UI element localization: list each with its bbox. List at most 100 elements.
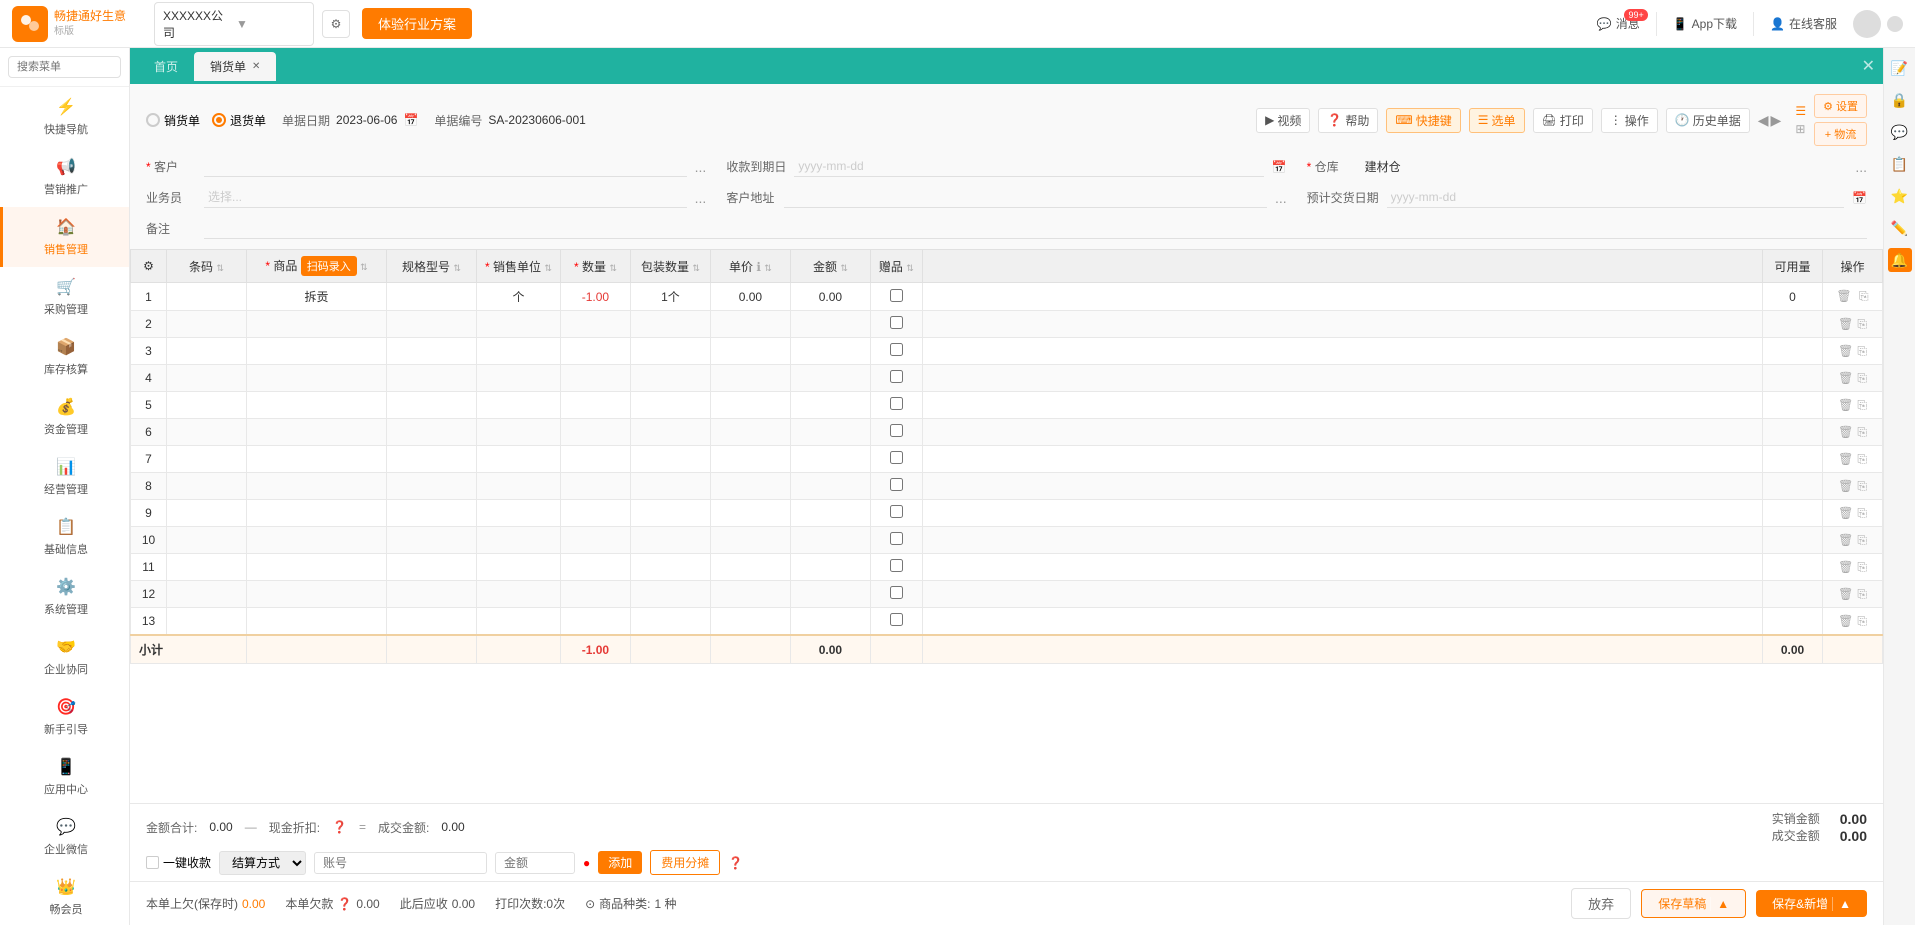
delete-icon[interactable]: 🗑 (1838, 560, 1853, 574)
price-info-icon[interactable]: ℹ (756, 260, 761, 274)
customer-address-input[interactable] (784, 187, 1267, 208)
gift-checkbox[interactable] (890, 289, 903, 302)
sidebar-item-sales[interactable]: 🏠 销售管理 (0, 207, 129, 267)
delete-icon[interactable]: 🗑 (1838, 371, 1853, 385)
user-avatar[interactable] (1853, 10, 1881, 38)
sidebar-item-finance[interactable]: 💰 资金管理 (0, 387, 129, 447)
gift-checkbox[interactable] (890, 613, 903, 626)
save-draft-button[interactable]: 保存草稿 ▲ (1641, 889, 1746, 918)
copy-icon[interactable]: ⎘ (1857, 398, 1867, 412)
nav-next-icon[interactable]: ▶ (1771, 112, 1782, 129)
row-gift[interactable] (870, 283, 922, 311)
trial-button[interactable]: 体验行业方案 (362, 8, 472, 39)
tab-close-icon[interactable]: ✕ (252, 61, 260, 72)
copy-icon[interactable]: ⎘ (1857, 506, 1867, 520)
delete-icon[interactable]: 🗑 (1838, 344, 1853, 358)
col-settings[interactable]: ⚙ (131, 250, 167, 283)
print-button[interactable]: 🖨 打印 (1533, 108, 1593, 133)
product-sort[interactable]: ⇅ (360, 262, 368, 272)
copy-icon[interactable]: ⎘ (1859, 289, 1869, 303)
copy-icon[interactable]: ⎘ (1857, 425, 1867, 439)
table-scroll-area[interactable]: ⚙ 条码 ⇅ * 商品 扫码录入 ⇅ (130, 249, 1883, 803)
row-spec[interactable] (387, 283, 477, 311)
row-pkgqty[interactable]: 1个 (630, 283, 710, 311)
rp-clipboard-button[interactable]: 📋 (1888, 152, 1912, 176)
gift-checkbox[interactable] (890, 397, 903, 410)
expense-help-icon[interactable]: ❓ (728, 856, 743, 870)
amount-sort[interactable]: ⇅ (840, 263, 848, 273)
delete-icon[interactable]: 🗑 (1838, 425, 1853, 439)
doc-owed-info-icon[interactable]: ❓ (337, 897, 352, 911)
tab-home[interactable]: 首页 (138, 52, 194, 81)
copy-icon[interactable]: ⎘ (1857, 587, 1867, 601)
account-input[interactable] (314, 852, 487, 874)
sidebar-item-wechat[interactable]: 💬 企业微信 (0, 807, 129, 867)
delete-icon[interactable]: 🗑 (1838, 317, 1853, 331)
col-qty[interactable]: * 数量 ⇅ (560, 250, 630, 283)
nav-prev-icon[interactable]: ◀ (1758, 112, 1769, 129)
rp-alert-button[interactable]: 🔔 (1888, 248, 1912, 272)
notes-input[interactable] (204, 218, 1867, 239)
add-button[interactable]: 添加 (598, 851, 642, 874)
delete-icon[interactable]: 🗑 (1838, 506, 1853, 520)
sidebar-item-app-center[interactable]: 📱 应用中心 (0, 747, 129, 807)
col-avail[interactable]: 可用量 (1763, 250, 1823, 283)
row-product[interactable]: 拆贡 (247, 283, 387, 311)
payment-date-input[interactable] (794, 156, 1263, 177)
spec-sort[interactable]: ⇅ (453, 263, 461, 273)
customer-input[interactable] (204, 156, 687, 177)
amount-input[interactable] (495, 852, 575, 874)
gift-checkbox[interactable] (890, 532, 903, 545)
col-barcode[interactable]: 条码 ⇅ (167, 250, 247, 283)
rp-star-button[interactable]: ⭐ (1888, 184, 1912, 208)
col-spec[interactable]: 规格型号 ⇅ (387, 250, 477, 283)
tab-sales-order[interactable]: 销货单 ✕ (194, 52, 276, 81)
col-pkgqty[interactable]: 包装数量 ⇅ (630, 250, 710, 283)
row-amount[interactable]: 0.00 (790, 283, 870, 311)
expected-date-picker-icon[interactable]: 📅 (1852, 191, 1867, 205)
sidebar-item-operations[interactable]: 📊 经营管理 (0, 447, 129, 507)
list-view-icon[interactable]: ☰ (1795, 104, 1806, 118)
delete-icon[interactable]: 🗑 (1838, 533, 1853, 547)
payment-method-select[interactable]: 结算方式 (219, 851, 306, 875)
sidebar-item-basic-info[interactable]: 📋 基础信息 (0, 507, 129, 567)
company-selector[interactable]: XXXXXX公司 ▼ (154, 2, 314, 46)
delete-icon[interactable]: 🗑 (1838, 398, 1853, 412)
sidebar-item-purchase[interactable]: 🛒 采购管理 (0, 267, 129, 327)
operations-button[interactable]: ⋮ 操作 (1601, 108, 1658, 133)
qty-sort[interactable]: ⇅ (609, 263, 617, 273)
delete-icon[interactable]: 🗑 (1838, 614, 1853, 628)
rp-edit-button[interactable]: ✏️ (1888, 216, 1912, 240)
sidebar-item-marketing[interactable]: 📢 营销推广 (0, 147, 129, 207)
gift-checkbox[interactable] (890, 559, 903, 572)
copy-icon[interactable]: ⎘ (1857, 614, 1867, 628)
history-button[interactable]: 🕐 历史单据 (1666, 108, 1750, 133)
rp-notes-button[interactable]: 📝 (1888, 56, 1912, 80)
gift-checkbox[interactable] (890, 451, 903, 464)
barcode-sort[interactable]: ⇅ (216, 263, 224, 273)
copy-icon[interactable]: ⎘ (1857, 344, 1867, 358)
expense-split-button[interactable]: 费用分摊 (650, 850, 720, 875)
row-price[interactable]: 0.00 (710, 283, 790, 311)
col-gift[interactable]: 赠品 ⇅ (870, 250, 922, 283)
one-click-payment-checkbox[interactable]: 一键收款 (146, 854, 211, 871)
row-qty[interactable]: -1.00 (560, 283, 630, 311)
sidebar-item-enterprise[interactable]: 🤝 企业协同 (0, 627, 129, 687)
gift-checkbox[interactable] (890, 343, 903, 356)
user-avatar2[interactable] (1887, 16, 1903, 32)
col-unit[interactable]: * 销售单位 ⇅ (477, 250, 561, 283)
scan-input-button[interactable]: 扫码录入 (301, 256, 357, 276)
copy-icon[interactable]: ⎘ (1857, 533, 1867, 547)
salesperson-more-icon[interactable]: ... (695, 190, 707, 206)
delete-icon[interactable]: 🗑 (1838, 452, 1853, 466)
sidebar-item-quick-nav[interactable]: ⚡ 快捷导航 (0, 87, 129, 147)
gift-checkbox[interactable] (890, 505, 903, 518)
unit-sort[interactable]: ⇅ (544, 263, 552, 273)
salesperson-input[interactable] (204, 187, 687, 208)
select-order-button[interactable]: ☰ 选单 (1469, 108, 1525, 133)
cash-discount-info-icon[interactable]: ❓ (332, 820, 347, 834)
copy-icon[interactable]: ⎘ (1857, 371, 1867, 385)
message-button[interactable]: 💬 消息 99+ (1597, 15, 1640, 32)
logistics-button[interactable]: + 物流 (1814, 122, 1867, 146)
date-picker-icon[interactable]: 📅 (403, 113, 418, 127)
